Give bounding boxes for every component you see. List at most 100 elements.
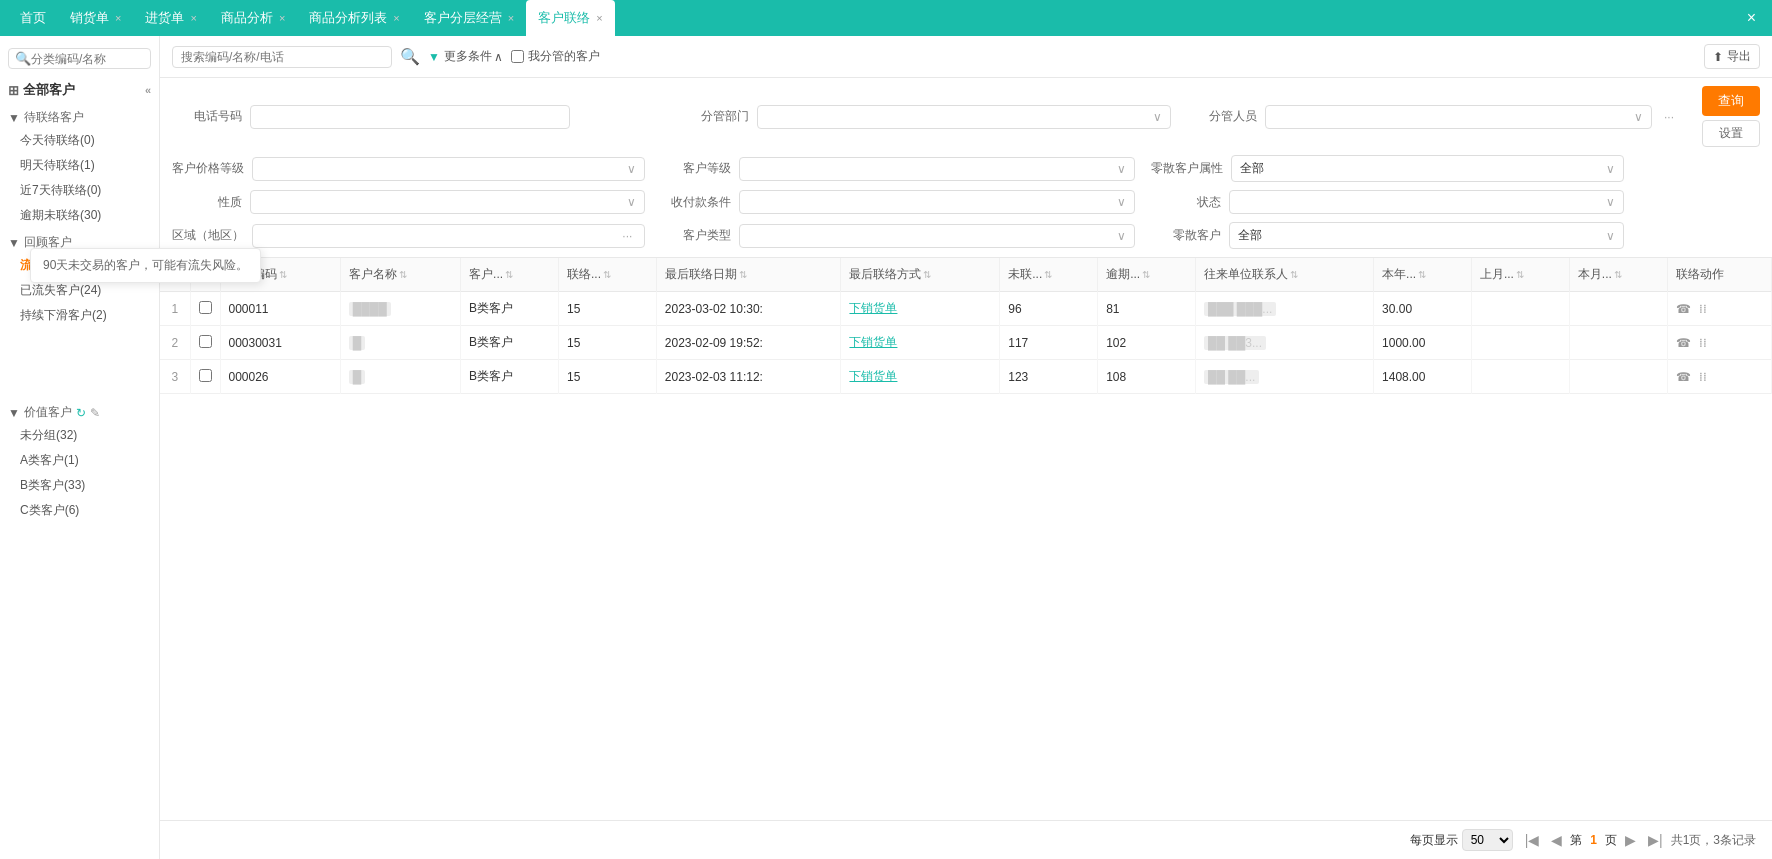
row-select-checkbox[interactable] (199, 301, 212, 314)
col-overdue[interactable]: 逾期...⇅ (1098, 258, 1196, 292)
filter-dept-select[interactable]: ∨ (757, 105, 1170, 129)
filter-zero-attr-label: 零散客户属性 (1151, 160, 1223, 177)
col-contact[interactable]: 联络...⇅ (558, 258, 656, 292)
filter-person-select[interactable]: ∨ (1265, 105, 1652, 129)
edit-icon[interactable]: ✎ (90, 406, 100, 420)
filter-nature-select[interactable]: ∨ (250, 190, 645, 214)
col-this-month[interactable]: 本月...⇅ (1569, 258, 1667, 292)
tooltip-churn: 90天未交易的客户，可能有流失风险。 (30, 248, 160, 283)
more-icon[interactable]: ··· (618, 229, 636, 243)
refresh-icon[interactable]: ↻ (76, 406, 86, 420)
search-input-wrap[interactable] (172, 46, 392, 68)
close-icon[interactable]: × (279, 12, 285, 24)
sidebar-item-overdue-contact[interactable]: 逾期未联络(30) (0, 203, 159, 228)
sidebar-item-unclassified[interactable]: 未分组(32) (0, 423, 159, 448)
sidebar-item-c-class[interactable]: C类客户(6) (0, 498, 159, 523)
filter-zero-customer-select[interactable]: 全部 ∨ (1229, 222, 1624, 249)
col-customer-name[interactable]: 客户名称⇅ (340, 258, 460, 292)
sidebar-search-input[interactable] (31, 52, 144, 66)
col-no-contact[interactable]: 未联...⇅ (1000, 258, 1098, 292)
filter-customer-grade-select[interactable]: ∨ (739, 157, 1134, 181)
close-icon[interactable]: × (115, 12, 121, 24)
nav-tab-customer-contact[interactable]: 客户联络 × (526, 0, 614, 36)
more-icon[interactable]: ··· (1660, 110, 1678, 124)
close-icon[interactable]: × (393, 12, 399, 24)
nav-home[interactable]: 首页 (8, 0, 58, 36)
more-actions-icon[interactable]: ⁞⁞ (1699, 302, 1707, 316)
filter-price-grade-select[interactable]: ∨ (252, 157, 645, 181)
sidebar-section-pending[interactable]: ▼ 待联络客户 (0, 103, 159, 128)
col-last-contact-method[interactable]: 最后联络方式⇅ (841, 258, 1000, 292)
col-last-month[interactable]: 上月...⇅ (1471, 258, 1569, 292)
sidebar-item-7days[interactable]: 近7天待联络(0) (0, 178, 159, 203)
chevron-down-icon: ∨ (1606, 195, 1615, 209)
filter-zero-attr-select[interactable]: 全部 ∨ (1231, 155, 1624, 182)
filter-phone-input[interactable] (250, 105, 570, 129)
sidebar-item-b-class[interactable]: B类客户(33) (0, 473, 159, 498)
nav-tab-analysis[interactable]: 商品分析 × (209, 0, 297, 36)
chevron-down-icon: ∨ (627, 195, 636, 209)
filter-area-select[interactable]: ··· (252, 224, 645, 248)
sidebar-item-tomorrow[interactable]: 明天待联络(1) (0, 153, 159, 178)
row-action-icons[interactable]: ☎ ⁞⁞ (1667, 292, 1771, 326)
row-select-checkbox[interactable] (199, 335, 212, 348)
sidebar-item-today[interactable]: 今天待联络(0) (0, 128, 159, 153)
close-icon[interactable]: × (596, 12, 602, 24)
contact-icon[interactable]: ☎ (1676, 336, 1691, 350)
prev-page-button[interactable]: ◀ (1547, 830, 1566, 850)
next-page-button[interactable]: ▶ (1621, 830, 1640, 850)
per-page-selector[interactable]: 每页显示 50 100 200 (1410, 829, 1513, 851)
contact-icon[interactable]: ☎ (1676, 302, 1691, 316)
my-customers-checkbox[interactable]: 我分管的客户 (511, 48, 600, 65)
row-last-method[interactable]: 下销货单 (841, 292, 1000, 326)
nav-tab-purchase[interactable]: 进货单 × (133, 0, 208, 36)
filter-customer-type-select[interactable]: ∨ (739, 224, 1134, 248)
sidebar-section-value[interactable]: ▼ 价值客户 ↻ ✎ (0, 398, 159, 423)
settings-button[interactable]: 设置 (1702, 120, 1760, 147)
nav-tab-sales[interactable]: 销货单 × (58, 0, 133, 36)
more-actions-icon[interactable]: ⁞⁞ (1699, 336, 1707, 350)
row-this-year: 1408.00 (1374, 360, 1472, 394)
filter-status-select[interactable]: ∨ (1229, 190, 1624, 214)
row-overdue: 81 (1098, 292, 1196, 326)
row-checkbox[interactable] (190, 360, 220, 394)
search-button[interactable]: 🔍 (400, 47, 420, 66)
row-related-contact: ███ ███... (1196, 292, 1374, 326)
filter-payment-select[interactable]: ∨ (739, 190, 1134, 214)
row-code: 000026 (220, 360, 340, 394)
row-last-method[interactable]: 下销货单 (841, 360, 1000, 394)
col-customer-type[interactable]: 客户...⇅ (461, 258, 559, 292)
sort-icon: ⇅ (603, 269, 611, 280)
sidebar-item-a-class[interactable]: A类客户(1) (0, 448, 159, 473)
my-customers-check[interactable] (511, 50, 524, 63)
row-checkbox[interactable] (190, 292, 220, 326)
close-icon[interactable]: × (508, 12, 514, 24)
close-all-button[interactable]: × (1739, 5, 1764, 31)
more-actions-icon[interactable]: ⁞⁞ (1699, 370, 1707, 384)
row-action-icons[interactable]: ☎ ⁞⁞ (1667, 360, 1771, 394)
col-last-contact-date[interactable]: 最后联络日期⇅ (656, 258, 841, 292)
first-page-button[interactable]: |◀ (1521, 830, 1544, 850)
row-select-checkbox[interactable] (199, 369, 212, 382)
sidebar-all-customers[interactable]: ⊞ 全部客户 « (0, 77, 159, 103)
row-action-icons[interactable]: ☎ ⁞⁞ (1667, 326, 1771, 360)
nav-tab-analysis-list[interactable]: 商品分析列表 × (297, 0, 411, 36)
last-page-button[interactable]: ▶| (1644, 830, 1667, 850)
row-last-method[interactable]: 下销货单 (841, 326, 1000, 360)
main-layout: 🔍 ⊞ 全部客户 « ▼ 待联络客户 今天待联络(0) 明天待联络(1) 近7天… (0, 36, 1772, 859)
row-checkbox[interactable] (190, 326, 220, 360)
more-conditions-button[interactable]: ▼ 更多条件 ∧ (428, 48, 503, 65)
contact-icon[interactable]: ☎ (1676, 370, 1691, 384)
sidebar-search[interactable]: 🔍 (8, 48, 151, 69)
export-button[interactable]: ⬆ 导出 (1704, 44, 1760, 69)
query-button[interactable]: 查询 (1702, 86, 1760, 116)
col-this-year[interactable]: 本年...⇅ (1374, 258, 1472, 292)
close-icon[interactable]: × (190, 12, 196, 24)
per-page-select[interactable]: 50 100 200 (1462, 829, 1513, 851)
nav-tab-customer-tier[interactable]: 客户分层经营 × (412, 0, 526, 36)
search-input[interactable] (181, 50, 383, 64)
col-related-contact[interactable]: 往来单位联系人⇅ (1196, 258, 1374, 292)
filter-person-label: 分管人员 (1187, 108, 1257, 125)
filter-dept: 分管部门 ∨ (679, 105, 1170, 129)
sidebar-item-declining[interactable]: 持续下滑客户(2) (0, 303, 159, 328)
